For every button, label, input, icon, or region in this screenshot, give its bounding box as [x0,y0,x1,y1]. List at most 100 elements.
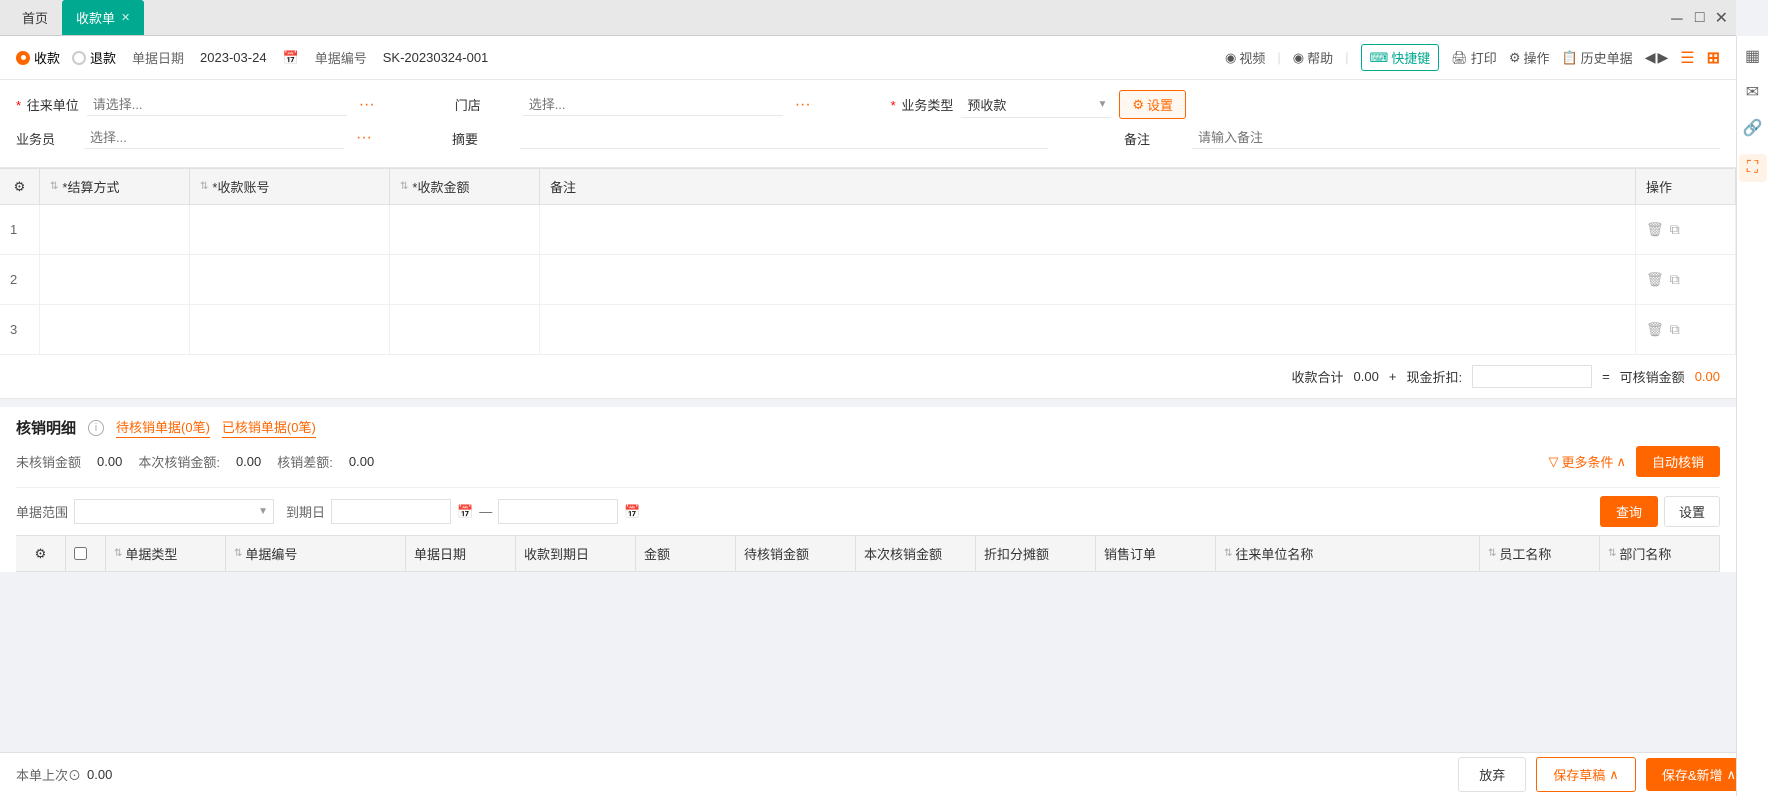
delete-row1-icon[interactable]: 🗑 [1646,221,1664,238]
settings-btn[interactable]: ⚙ 设置 [1119,90,1186,119]
form-area: * 往来单位 ··· 门店 ··· * 业务类型 预收款 ▼ ⚙ 设置 [0,80,1736,168]
bth-due-date: 收款到期日 [516,536,636,571]
maximize-icon[interactable]: □ [1695,9,1705,27]
video-btn[interactable]: ◉ 视频 [1225,48,1265,67]
minimize-icon[interactable]: － [1669,6,1685,30]
number-value[interactable]: SK-20230324-001 [383,50,489,65]
bth-checkbox[interactable] [66,536,106,571]
abandon-btn[interactable]: 放弃 [1458,757,1526,792]
select-all-checkbox[interactable] [74,547,87,560]
delete-row2-icon[interactable]: 🗑 [1646,271,1664,288]
filter-settings-btn[interactable]: 设置 [1664,496,1720,527]
party-more-btn[interactable]: ··· [355,96,379,114]
nav-arrows: ◀ ▶ [1645,49,1669,66]
td-row2-action: 🗑 ⧉ [1636,255,1736,304]
td-row2-settle[interactable] [40,255,190,304]
bth-doc-date: 单据日期 [406,536,516,571]
td-row1-remark[interactable] [540,205,1636,254]
grid-icon[interactable]: ⊞ [1707,48,1720,68]
td-row3-settle[interactable] [40,305,190,354]
right-sidebar: ▦ ✉ 🔗 ⛶ [1736,36,1768,796]
th-remark: 备注 [540,169,1636,204]
td-row1-amount[interactable] [390,205,540,254]
history-btn[interactable]: 📋 历史单据 [1561,48,1632,67]
range-label: 单据范围 [16,502,68,521]
td-row2-remark[interactable] [540,255,1636,304]
date-value[interactable]: 2023-03-24 [200,50,267,65]
biz-type-wrapper: 预收款 ▼ [961,92,1111,118]
party-input[interactable] [87,94,347,116]
verify-title: 核销明细 [16,417,76,438]
staff-input[interactable] [84,127,344,149]
tab-home-label: 首页 [22,8,48,27]
remark-input[interactable] [1192,127,1720,149]
discount-input[interactable] [1472,365,1592,388]
this-verify-value: 0.00 [236,454,261,469]
td-row1-settle[interactable] [40,205,190,254]
nav-right-icon[interactable]: ▶ [1657,49,1668,66]
nav-left-icon[interactable]: ◀ [1645,49,1656,66]
diff-label: 核销差额: [277,452,333,471]
date-from-input[interactable]: 2022-04-01 [331,499,451,524]
calendar-to-icon[interactable]: 📅 [624,504,640,520]
copy-row2-icon[interactable]: ⧉ [1670,271,1680,288]
radio-refund[interactable]: 退款 [72,48,116,67]
due-date-filter-item: 到期日 2022-04-01 📅 — 2022-04-12 📅 [286,499,640,524]
bth-gear[interactable]: ⚙ [16,536,66,571]
sidebar-attachment-icon[interactable]: 🔗 [1743,118,1763,138]
td-row3-action: 🗑 ⧉ [1636,305,1736,354]
summary-input[interactable] [520,127,1048,149]
close-window-icon[interactable]: ✕ [1715,8,1728,28]
bottom-table-header: ⚙ ⇅ 单据类型 ⇅ 单据编号 单据日期 收款到期日 金额 [16,535,1720,572]
td-row3-account[interactable] [190,305,390,354]
td-row3-num: 3 [0,305,40,354]
more-conditions-btn[interactable]: ▽ 更多条件 ∧ [1548,452,1626,471]
range-select[interactable] [74,499,274,524]
help-btn[interactable]: ◉ 帮助 [1293,48,1333,67]
biz-type-value[interactable]: 预收款 [961,92,1111,118]
delete-row3-icon[interactable]: 🗑 [1646,321,1664,338]
shop-input[interactable] [523,94,783,116]
th-gear[interactable]: ⚙ [0,169,40,204]
verified-tab-link[interactable]: 已核销单据(0笔) [222,417,316,438]
summary-label: 摘要 [452,129,512,148]
save-draft-btn[interactable]: 保存草稿 ∧ [1536,757,1636,792]
sidebar-expand-icon[interactable]: ⛶ [1739,154,1767,182]
verifiable-label: 可核销金额 [1620,367,1685,386]
shop-more-btn[interactable]: ··· [791,96,815,114]
bth-this-amount: 本次核销金额 [856,536,976,571]
calendar-icon[interactable]: 📅 [283,50,299,66]
this-verify-label: 本次核销金额: [138,452,220,471]
print-btn[interactable]: 🖨 打印 [1451,48,1497,67]
radio-refund-dot [72,51,86,65]
pending-tab-link[interactable]: 待核销单据(0笔) [116,417,210,438]
receipt-refund-toggle: 收款 退款 [16,48,116,67]
tab-receipt[interactable]: 收款单 ✕ [62,0,144,35]
operation-btn[interactable]: ⚙ 操作 [1509,48,1550,67]
staff-more-btn[interactable]: ··· [352,129,376,147]
bth-discount-split: 折扣分摊额 [976,536,1096,571]
td-row3-remark[interactable] [540,305,1636,354]
date-to-input[interactable]: 2022-04-12 [498,499,618,524]
list-icon[interactable]: ☰ [1680,48,1694,68]
shortcut-btn[interactable]: ⌨ 快捷键 [1361,44,1440,71]
copy-row1-icon[interactable]: ⧉ [1670,221,1680,238]
tab-home[interactable]: 首页 [8,0,62,35]
query-btn[interactable]: 查询 [1600,496,1658,527]
verify-info-icon[interactable]: i [88,420,104,436]
auto-verify-btn[interactable]: 自动核销 [1636,446,1720,477]
tab-receipt-close[interactable]: ✕ [121,11,130,24]
sidebar-mail-icon[interactable]: ✉ [1746,82,1759,102]
sidebar-table-icon[interactable]: ▦ [1745,46,1760,66]
radio-receipt[interactable]: 收款 [16,48,60,67]
td-row2-account[interactable] [190,255,390,304]
calendar-from-icon[interactable]: 📅 [457,504,473,520]
per-page-value: 0.00 [87,767,112,782]
td-row2-amount[interactable] [390,255,540,304]
td-row1-account[interactable] [190,205,390,254]
td-row3-amount[interactable] [390,305,540,354]
btable-gear-icon: ⚙ [35,546,47,562]
filter-left: 单据范围 ▼ 到期日 2022-04-01 📅 — 2022-04-12 📅 [16,499,640,524]
copy-row3-icon[interactable]: ⧉ [1670,321,1680,338]
discount-label: 现金折扣: [1406,367,1462,386]
